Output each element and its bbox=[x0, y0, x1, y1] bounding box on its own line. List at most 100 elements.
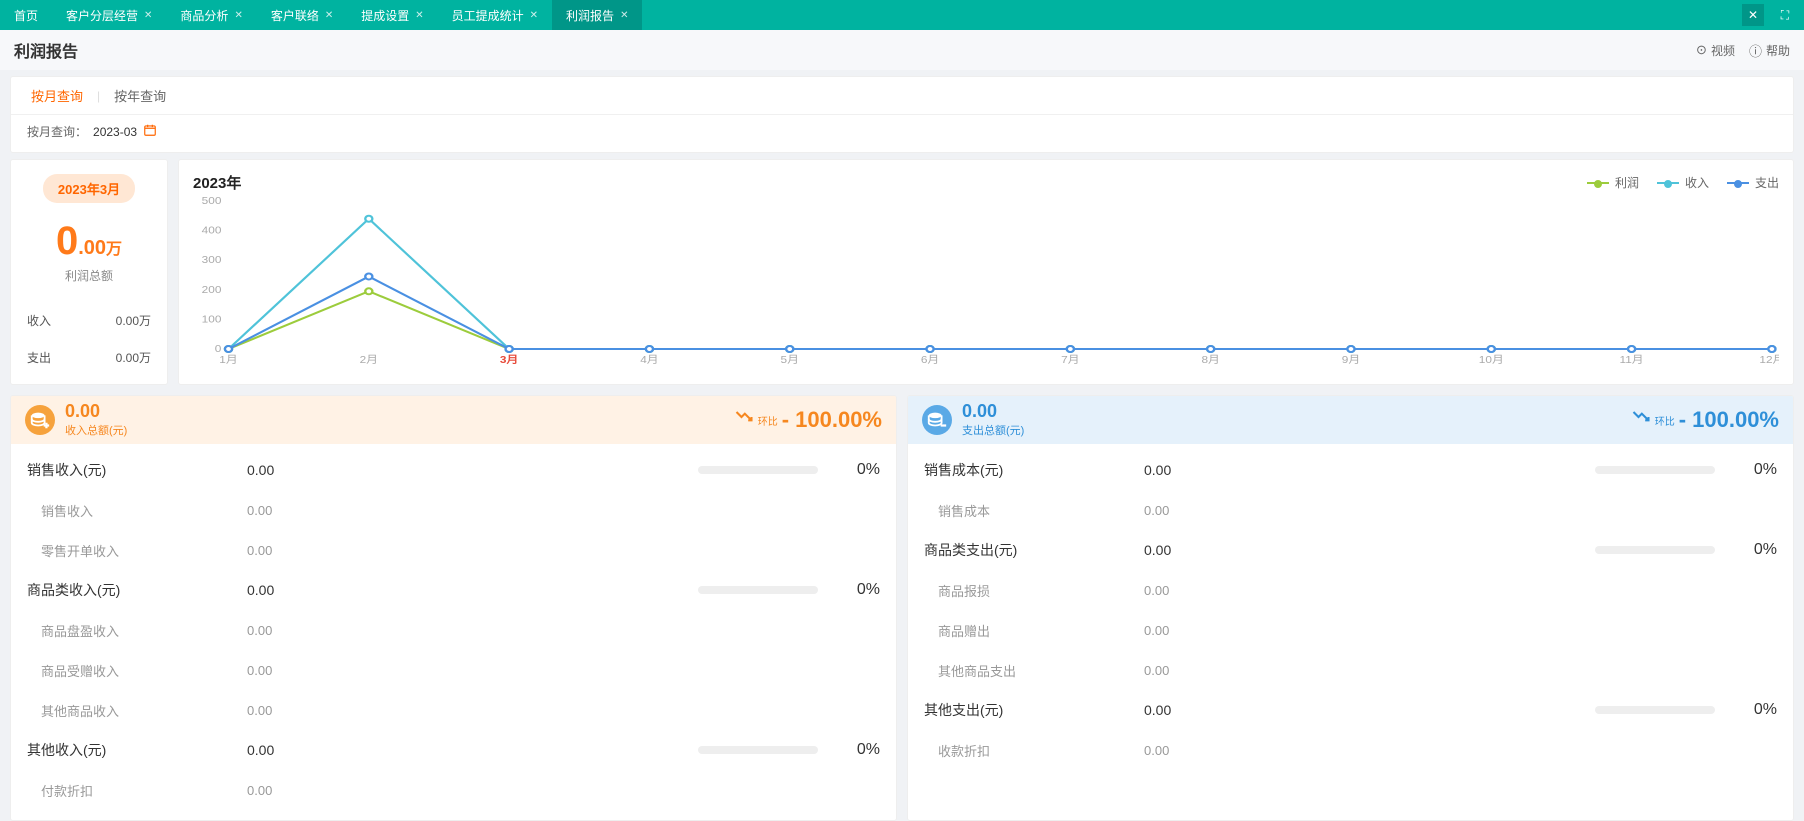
row-name: 商品受赠收入 bbox=[27, 661, 247, 680]
top-tab[interactable]: 商品分析✕ bbox=[166, 0, 256, 30]
sub-row: 其他商品收入0.00 bbox=[27, 690, 880, 730]
row-name: 其他商品收入 bbox=[27, 701, 247, 720]
svg-text:200: 200 bbox=[202, 285, 222, 296]
svg-text:8月: 8月 bbox=[1201, 355, 1219, 366]
top-tab-label: 提成设置 bbox=[361, 7, 409, 24]
row-name: 商品类支出(元) bbox=[924, 540, 1144, 560]
help-link[interactable]: ⓘ 帮助 bbox=[1749, 41, 1790, 60]
top-tab[interactable]: 客户分层经营✕ bbox=[52, 0, 166, 30]
coins-plus-icon bbox=[25, 405, 55, 435]
legend-swatch-icon bbox=[1657, 182, 1679, 184]
svg-text:5月: 5月 bbox=[781, 355, 799, 366]
query-date-value[interactable]: 2023-03 bbox=[93, 125, 137, 139]
top-tab[interactable]: 客户联络 ✕ bbox=[257, 0, 347, 30]
summary-card: 2023年3月 0.00万 利润总额 收入 0.00万 支出 0.00万 bbox=[10, 159, 168, 385]
top-tab[interactable]: 首页 bbox=[0, 0, 52, 30]
top-tab[interactable]: 员工提成统计✕ bbox=[438, 0, 552, 30]
row-percent: 0% bbox=[1727, 461, 1777, 479]
page-title: 利润报告 bbox=[14, 38, 78, 62]
income-total-amount: 0.00 bbox=[65, 402, 127, 422]
svg-text:100: 100 bbox=[202, 314, 222, 325]
row-value: 0.00 bbox=[1144, 503, 1364, 518]
row-percent: 0% bbox=[1727, 541, 1777, 559]
top-tab-label: 首页 bbox=[14, 7, 38, 24]
legend-profit[interactable]: 利润 bbox=[1587, 174, 1639, 191]
row-value: 0.00 bbox=[247, 663, 467, 678]
expense-panel: 0.00 支出总额(元) 环比 - 100.00% 销售成本(元)0.000%销… bbox=[907, 395, 1794, 821]
category-row: 商品类支出(元)0.000% bbox=[924, 530, 1777, 570]
category-row: 商品类收入(元)0.00 0% bbox=[27, 570, 880, 610]
fullscreen-button[interactable]: ⛶ bbox=[1774, 4, 1796, 26]
income-trend: 环比 - 100.00% bbox=[734, 407, 882, 433]
legend-expense[interactable]: 支出 bbox=[1727, 174, 1779, 191]
row-value: 0.00 bbox=[1144, 702, 1364, 718]
profit-total-amount: 0.00万 bbox=[27, 221, 151, 261]
top-tab-label: 客户联络 bbox=[271, 7, 319, 24]
month-pill: 2023年3月 bbox=[43, 174, 135, 203]
row-percent: 0% bbox=[830, 461, 880, 479]
percent-bar bbox=[698, 586, 818, 594]
sub-row: 商品盘盈收入0.00 bbox=[27, 610, 880, 650]
expense-total-amount: 0.00 bbox=[962, 402, 1024, 422]
close-icon[interactable]: ✕ bbox=[144, 10, 152, 21]
sub-row: 商品受赠收入0.00 bbox=[27, 650, 880, 690]
trend-down-icon bbox=[734, 407, 754, 433]
row-value: 0.00 bbox=[247, 582, 467, 598]
tab-close-all-button[interactable]: ✕ bbox=[1742, 4, 1764, 26]
query-subtabs: 按月查询 | 按年查询 bbox=[11, 77, 1793, 115]
row-value: 0.00 bbox=[247, 703, 467, 718]
legend-swatch-icon bbox=[1587, 182, 1609, 184]
expense-total-label: 支出总额(元) bbox=[962, 422, 1024, 438]
chart-title: 2023年 bbox=[193, 172, 241, 193]
row-name: 付款折扣 bbox=[27, 781, 247, 800]
svg-text:10月: 10月 bbox=[1479, 355, 1504, 366]
row-name: 商品赠出 bbox=[924, 621, 1144, 640]
query-label: 按月查询： bbox=[27, 123, 87, 140]
help-icon: ⓘ bbox=[1749, 41, 1762, 60]
svg-text:12月: 12月 bbox=[1759, 355, 1779, 366]
close-icon[interactable]: ✕ bbox=[415, 10, 423, 21]
top-tab[interactable]: 利润报告✕ bbox=[552, 0, 642, 30]
row-percent: 0% bbox=[1727, 701, 1777, 719]
row-value: 0.00 bbox=[247, 783, 467, 798]
chart-plot-area[interactable]: 01002003004005001月2月3月4月5月6月7月8月9月10月11月… bbox=[193, 197, 1779, 367]
subtab-monthly[interactable]: 按月查询 bbox=[27, 86, 87, 105]
close-icon[interactable]: ✕ bbox=[234, 10, 242, 21]
query-row: 按月查询： 2023-03 bbox=[11, 115, 1793, 152]
row-value: 0.00 bbox=[1144, 462, 1364, 478]
sub-row: 销售成本0.00 bbox=[924, 490, 1777, 530]
summary-expense-row: 支出 0.00万 bbox=[27, 349, 151, 366]
subtab-yearly[interactable]: 按年查询 bbox=[110, 86, 170, 105]
row-name: 商品盘盈收入 bbox=[27, 621, 247, 640]
row-percent: 0% bbox=[830, 741, 880, 759]
trend-down-icon bbox=[1631, 407, 1651, 433]
svg-text:4月: 4月 bbox=[640, 355, 658, 366]
calendar-icon[interactable] bbox=[143, 123, 157, 140]
category-row: 其他支出(元)0.000% bbox=[924, 690, 1777, 730]
legend-income[interactable]: 收入 bbox=[1657, 174, 1709, 191]
row-name: 其他收入(元) bbox=[27, 740, 247, 760]
row-name: 销售成本 bbox=[924, 501, 1144, 520]
expense-header: 0.00 支出总额(元) 环比 - 100.00% bbox=[908, 396, 1793, 444]
category-row: 其他收入(元)0.000% bbox=[27, 730, 880, 770]
video-link[interactable]: ⊙ 视频 bbox=[1696, 42, 1735, 59]
row-name: 收款折扣 bbox=[924, 741, 1144, 760]
top-tabbar: 首页客户分层经营✕商品分析✕客户联络✕提成设置✕员工提成统计✕利润报告✕ ✕ ⛶ bbox=[0, 0, 1804, 30]
close-icon[interactable]: ✕ bbox=[325, 10, 333, 21]
row-value: 0.00 bbox=[247, 462, 467, 478]
sub-row: 零售开单收入0.00 bbox=[27, 530, 880, 570]
percent-bar bbox=[698, 466, 818, 474]
chart-panel: 2023年 利润 收入 支出 01002003004005001月2月3月4月5… bbox=[178, 159, 1794, 385]
svg-text:500: 500 bbox=[202, 197, 222, 207]
close-icon[interactable]: ✕ bbox=[530, 10, 538, 21]
income-total-label: 收入总额(元) bbox=[65, 422, 127, 438]
income-rows: 销售收入(元)0.000%销售收入0.00零售开单收入0.00商品类收入(元)0… bbox=[11, 444, 896, 820]
summary-income-row: 收入 0.00万 bbox=[27, 312, 151, 329]
row-name: 商品类收入(元) bbox=[27, 580, 247, 600]
close-icon[interactable]: ✕ bbox=[620, 10, 628, 21]
expense-trend: 环比 - 100.00% bbox=[1631, 407, 1779, 433]
top-tab[interactable]: 提成设置 ✕ bbox=[347, 0, 437, 30]
sub-row: 销售收入0.00 bbox=[27, 490, 880, 530]
svg-text:9月: 9月 bbox=[1342, 355, 1360, 366]
row-percent: 0% bbox=[830, 581, 880, 599]
